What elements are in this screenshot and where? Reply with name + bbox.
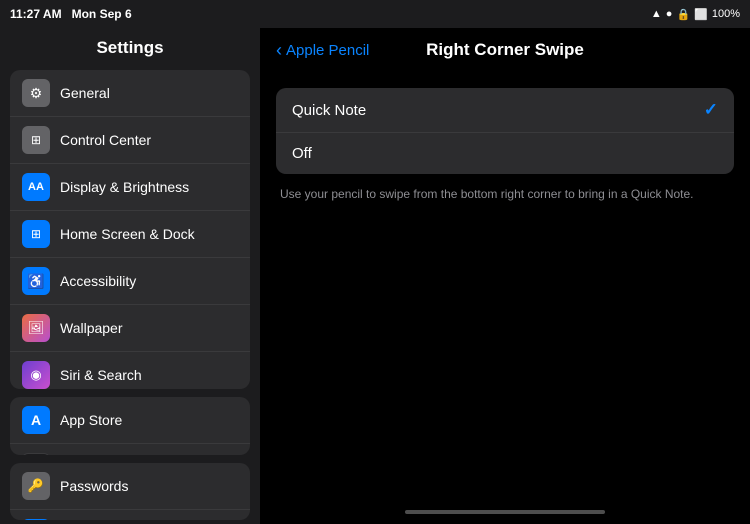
detail-header: ‹ Apple Pencil Right Corner Swipe	[260, 28, 750, 72]
control-center-label: Control Center	[60, 132, 151, 148]
signal-icon: ●	[666, 8, 673, 20]
off-label: Off	[292, 145, 312, 162]
scroll-indicator	[405, 510, 605, 514]
sidebar-item-general[interactable]: ⚙ General	[10, 70, 250, 117]
mail-icon: ✉	[22, 519, 50, 521]
battery-icon: ⬜	[694, 8, 708, 21]
back-chevron-icon: ‹	[276, 40, 282, 61]
option-off[interactable]: Off	[276, 133, 734, 174]
sidebar-item-accessibility[interactable]: ♿ Accessibility	[10, 258, 250, 305]
wallet-icon: ▤	[22, 453, 50, 455]
back-label: Apple Pencil	[286, 42, 369, 59]
accessibility-label: Accessibility	[60, 273, 136, 289]
detail-title: Right Corner Swipe	[426, 40, 584, 60]
app-store-label: App Store	[60, 412, 122, 428]
sidebar: Settings ⚙ General ⊞ Control Center AA D…	[0, 28, 260, 524]
sidebar-title: Settings	[0, 28, 260, 66]
main-content: Settings ⚙ General ⊞ Control Center AA D…	[0, 28, 750, 524]
wallpaper-icon: 🖼	[22, 314, 50, 342]
sidebar-section-2: A App Store ▤ Wallet & Apple Pay	[10, 397, 250, 455]
quick-note-label: Quick Note	[292, 102, 366, 119]
status-bar: 11:27 AM Mon Sep 6 ▲ ● 🔒 ⬜ 100%	[0, 0, 750, 28]
sidebar-item-wallet[interactable]: ▤ Wallet & Apple Pay	[10, 444, 250, 455]
back-button[interactable]: ‹ Apple Pencil	[276, 40, 369, 61]
display-icon: AA	[22, 173, 50, 201]
sidebar-item-wallpaper[interactable]: 🖼 Wallpaper	[10, 305, 250, 352]
battery-percent: 100%	[712, 8, 740, 20]
wallpaper-label: Wallpaper	[60, 320, 123, 336]
general-label: General	[60, 85, 110, 101]
sidebar-item-mail[interactable]: ✉ Mail	[10, 510, 250, 521]
sidebar-item-home-screen[interactable]: ⊞ Home Screen & Dock	[10, 211, 250, 258]
control-center-icon: ⊞	[22, 126, 50, 154]
passwords-icon: 🔑	[22, 472, 50, 500]
sidebar-item-siri[interactable]: ◉ Siri & Search	[10, 352, 250, 389]
sidebar-item-app-store[interactable]: A App Store	[10, 397, 250, 444]
detail-body: Quick Note ✓ Off Use your pencil to swip…	[260, 72, 750, 508]
home-screen-label: Home Screen & Dock	[60, 226, 195, 242]
status-time-date: 11:27 AM Mon Sep 6	[10, 7, 132, 21]
sidebar-item-display[interactable]: AA Display & Brightness	[10, 164, 250, 211]
description-text: Use your pencil to swipe from the bottom…	[276, 186, 734, 203]
quick-note-checkmark: ✓	[704, 100, 718, 120]
options-group: Quick Note ✓ Off	[276, 88, 734, 174]
passwords-label: Passwords	[60, 478, 128, 494]
detail-panel: ‹ Apple Pencil Right Corner Swipe Quick …	[260, 28, 750, 524]
sidebar-section-3: 🔑 Passwords ✉ Mail	[10, 463, 250, 521]
option-quick-note[interactable]: Quick Note ✓	[276, 88, 734, 133]
sidebar-item-control-center[interactable]: ⊞ Control Center	[10, 117, 250, 164]
wifi-icon: ▲	[651, 8, 662, 20]
lock-icon: 🔒	[676, 8, 690, 21]
home-screen-icon: ⊞	[22, 220, 50, 248]
app-store-icon: A	[22, 406, 50, 434]
sidebar-item-passwords[interactable]: 🔑 Passwords	[10, 463, 250, 510]
sidebar-section-1: ⚙ General ⊞ Control Center AA Display & …	[10, 70, 250, 389]
accessibility-icon: ♿	[22, 267, 50, 295]
display-label: Display & Brightness	[60, 179, 189, 195]
siri-label: Siri & Search	[60, 367, 142, 383]
siri-icon: ◉	[22, 361, 50, 389]
status-icons: ▲ ● 🔒 ⬜ 100%	[651, 8, 740, 21]
general-icon: ⚙	[22, 79, 50, 107]
